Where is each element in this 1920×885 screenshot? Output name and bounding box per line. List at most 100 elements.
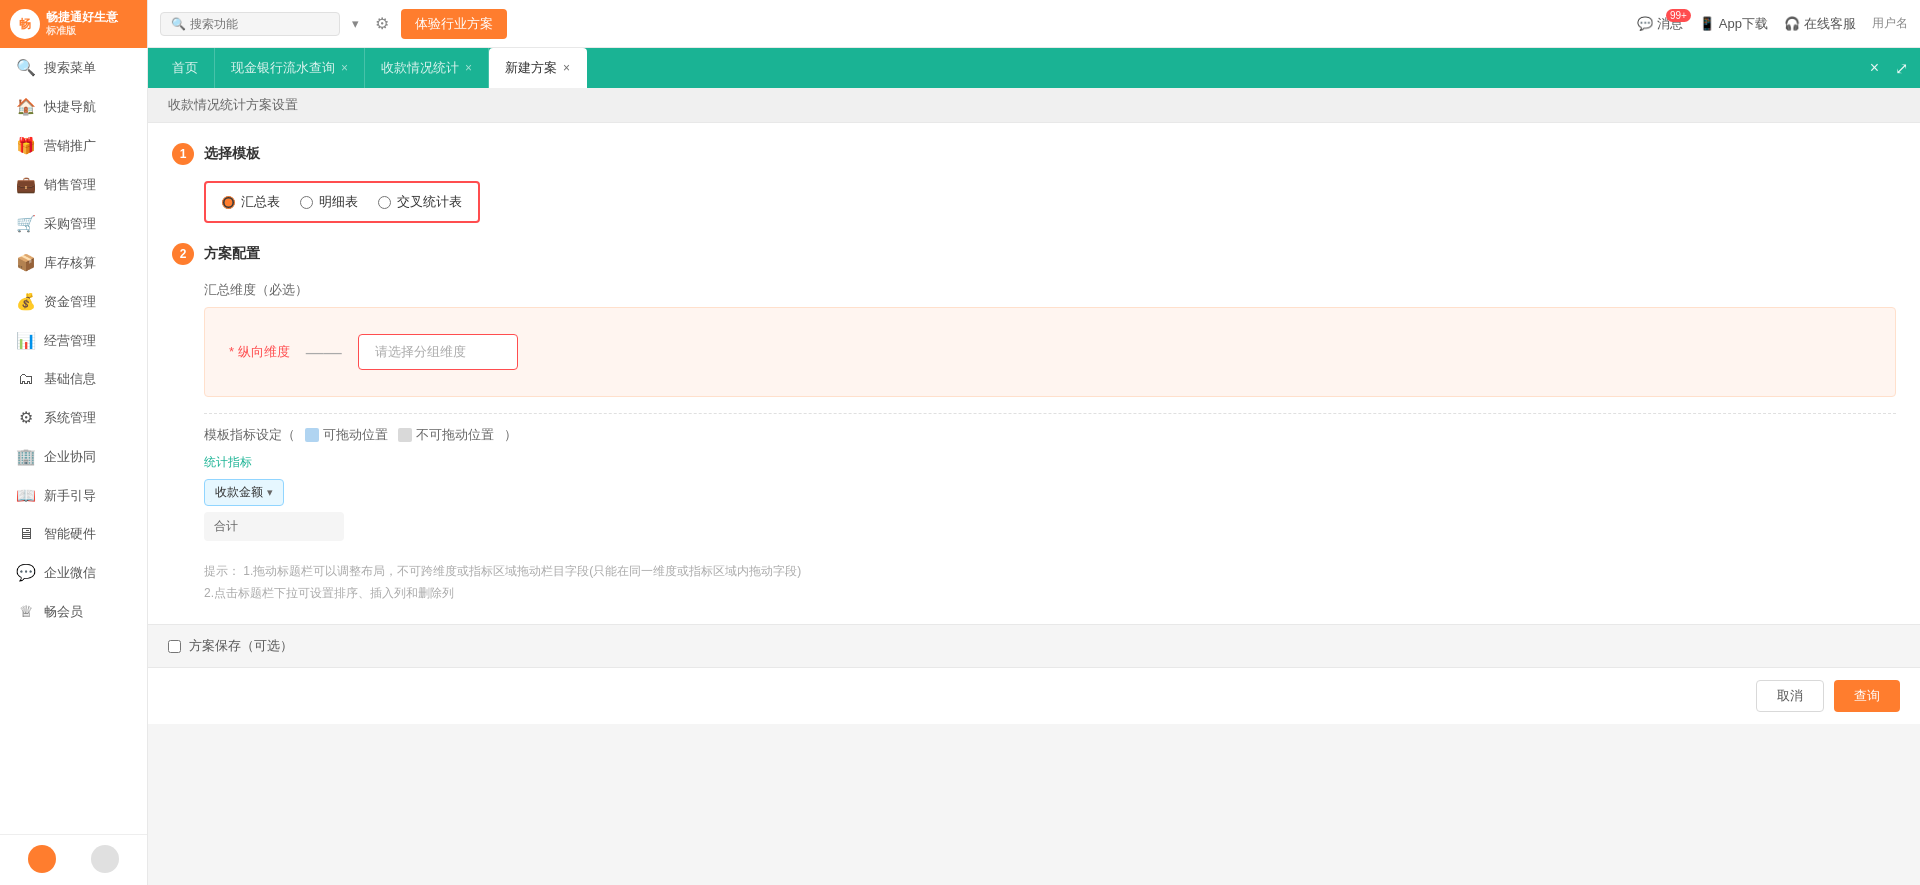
sidebar-item-newbie[interactable]: 📖 新手引导 (0, 476, 147, 515)
radio-cross[interactable]: 交叉统计表 (378, 193, 462, 211)
sidebar-item-purchase[interactable]: 🛒 采购管理 (0, 204, 147, 243)
form-container: 1 选择模板 汇总表 明细表 交叉统计表 2 (148, 123, 1920, 624)
sidebar-item-label: 快捷导航 (44, 98, 96, 116)
radio-detail[interactable]: 明细表 (300, 193, 358, 211)
subtotal-row: 合计 (204, 512, 344, 541)
radio-cross-input[interactable] (378, 196, 391, 209)
download-button[interactable]: 📱 App下载 (1699, 15, 1768, 33)
movable-label: 可拖动位置 (323, 426, 388, 444)
sidebar-item-search-menu[interactable]: 🔍 搜索菜单 (0, 48, 147, 87)
tab-new-plan-label: 新建方案 (505, 59, 557, 77)
metrics-title-end: ） (504, 426, 517, 444)
chip-label: 收款金额 (215, 484, 263, 501)
stats-group: 统计指标 收款金额 ▾ 合计 (204, 452, 1896, 541)
tab-stats-close[interactable]: × (465, 61, 472, 75)
config-section: 汇总维度（必选） * 纵向维度 —— 请选择分组维度 模板指标设定（ 可拖动位置 (204, 281, 1896, 604)
gear-icon[interactable]: ⚙ (371, 10, 393, 37)
chevron-down-icon[interactable]: ▾ (348, 12, 363, 35)
service-button[interactable]: 🎧 在线客服 (1784, 15, 1856, 33)
template-selector-box: 汇总表 明细表 交叉统计表 (204, 181, 480, 223)
download-icon: 📱 (1699, 16, 1715, 31)
logo-title: 畅捷通好生意 (46, 10, 118, 24)
sidebar-item-sales[interactable]: 💼 销售管理 (0, 165, 147, 204)
main-area: 🔍 ▾ ⚙ 体验行业方案 💬 消息 99+ 📱 App下载 🎧 在线客服 用户名 (148, 0, 1920, 885)
purchase-icon: 🛒 (16, 214, 36, 233)
step2-label: 方案配置 (204, 245, 260, 263)
tab-close-all-icon[interactable]: × (1866, 55, 1883, 82)
tab-fullscreen-icon[interactable]: ⤢ (1891, 55, 1912, 82)
metric-chips-row: 收款金额 ▾ (204, 479, 1896, 510)
notification-badge: 99+ (1666, 9, 1691, 22)
save-checkbox[interactable] (168, 640, 181, 653)
radio-summary-label[interactable]: 汇总表 (241, 193, 280, 211)
sidebar-item-label: 销售管理 (44, 176, 96, 194)
search-menu-icon: 🔍 (16, 58, 36, 77)
radio-detail-label[interactable]: 明细表 (319, 193, 358, 211)
topbar-search-box[interactable]: 🔍 (160, 12, 340, 36)
message-icon: 💬 (1637, 16, 1653, 31)
sidebar-item-member[interactable]: ♕ 畅会员 (0, 592, 147, 631)
cancel-button[interactable]: 取消 (1756, 680, 1824, 712)
enterprise-icon: 🏢 (16, 447, 36, 466)
dimension-selector[interactable]: 请选择分组维度 (358, 334, 518, 370)
radio-detail-input[interactable] (300, 196, 313, 209)
sidebar-item-basic-info[interactable]: 🗂 基础信息 (0, 360, 147, 398)
smart-hw-icon: 🖥 (16, 525, 36, 543)
sidebar-item-label: 智能硬件 (44, 525, 96, 543)
dimension-area: * 纵向维度 —— 请选择分组维度 (204, 307, 1896, 397)
sidebar-item-wechat[interactable]: 💬 企业微信 (0, 553, 147, 592)
tab-bank-flow[interactable]: 现金银行流水查询 × (215, 48, 365, 88)
tab-home[interactable]: 首页 (156, 48, 215, 88)
search-input[interactable] (190, 17, 310, 31)
sidebar-item-smart-hw[interactable]: 🖥 智能硬件 (0, 515, 147, 553)
operations-icon: 📊 (16, 331, 36, 350)
sidebar-item-system[interactable]: ⚙ 系统管理 (0, 398, 147, 437)
sidebar-item-label: 搜索菜单 (44, 59, 96, 77)
tabbar: 首页 现金银行流水查询 × 收款情况统计 × 新建方案 × × ⤢ (148, 48, 1920, 88)
sidebar-item-marketing[interactable]: 🎁 营销推广 (0, 126, 147, 165)
footer-bar: 取消 查询 (148, 667, 1920, 724)
username-display: 用户名 (1872, 15, 1908, 32)
metric-chip-amount[interactable]: 收款金额 ▾ (204, 479, 284, 506)
sidebar-bottom (0, 834, 147, 885)
radio-summary-input[interactable] (222, 196, 235, 209)
sidebar-item-label: 企业微信 (44, 564, 96, 582)
sidebar-item-quick-nav[interactable]: 🏠 快捷导航 (0, 87, 147, 126)
sidebar-item-inventory[interactable]: 📦 库存核算 (0, 243, 147, 282)
metrics-label-row: 模板指标设定（ 可拖动位置 不可拖动位置 ） (204, 426, 1896, 444)
logo-text-block: 畅捷通好生意 标准版 (46, 10, 118, 38)
metrics-title-start: 模板指标设定（ (204, 426, 295, 444)
tab-bank-flow-close[interactable]: × (341, 61, 348, 75)
tab-home-label: 首页 (172, 59, 198, 77)
step1-badge: 1 (172, 143, 194, 165)
sidebar-bottom-avatar2[interactable] (91, 845, 119, 875)
sidebar-item-label: 资金管理 (44, 293, 96, 311)
radio-summary[interactable]: 汇总表 (222, 193, 280, 211)
finance-icon: 💰 (16, 292, 36, 311)
page-title: 收款情况统计方案设置 (148, 88, 1920, 123)
tab-stats[interactable]: 收款情况统计 × (365, 48, 489, 88)
sidebar-bottom-avatar1[interactable] (28, 845, 56, 875)
trial-button[interactable]: 体验行业方案 (401, 9, 507, 39)
sidebar-item-label: 库存核算 (44, 254, 96, 272)
step2-row: 2 方案配置 (172, 243, 1896, 265)
service-label: 在线客服 (1804, 15, 1856, 33)
query-button[interactable]: 查询 (1834, 680, 1900, 712)
tab-new-plan[interactable]: 新建方案 × (489, 48, 587, 88)
sidebar-item-finance[interactable]: 💰 资金管理 (0, 282, 147, 321)
notification-button[interactable]: 💬 消息 99+ (1637, 15, 1683, 33)
metrics-section: 模板指标设定（ 可拖动位置 不可拖动位置 ） 统计指标 (204, 426, 1896, 541)
sidebar-item-operations[interactable]: 📊 经营管理 (0, 321, 147, 360)
save-label[interactable]: 方案保存（可选） (189, 637, 293, 655)
inventory-icon: 📦 (16, 253, 36, 272)
sidebar-item-enterprise[interactable]: 🏢 企业协同 (0, 437, 147, 476)
tab-new-plan-close[interactable]: × (563, 61, 570, 75)
tips-section: 提示： 1.拖动标题栏可以调整布局，不可跨维度或指标区域拖动栏目字段(只能在同一… (204, 561, 1896, 604)
save-row: 方案保存（可选） (148, 624, 1920, 667)
download-label: App下载 (1719, 15, 1768, 33)
non-movable-indicator: 不可拖动位置 (398, 426, 494, 444)
radio-cross-label[interactable]: 交叉统计表 (397, 193, 462, 211)
step1-label: 选择模板 (204, 145, 260, 163)
tip-line1: 提示： 1.拖动标题栏可以调整布局，不可跨维度或指标区域拖动栏目字段(只能在同一… (204, 561, 1896, 583)
sidebar: 畅 畅捷通好生意 标准版 🔍 搜索菜单 🏠 快捷导航 🎁 营销推广 💼 销售管理… (0, 0, 148, 885)
